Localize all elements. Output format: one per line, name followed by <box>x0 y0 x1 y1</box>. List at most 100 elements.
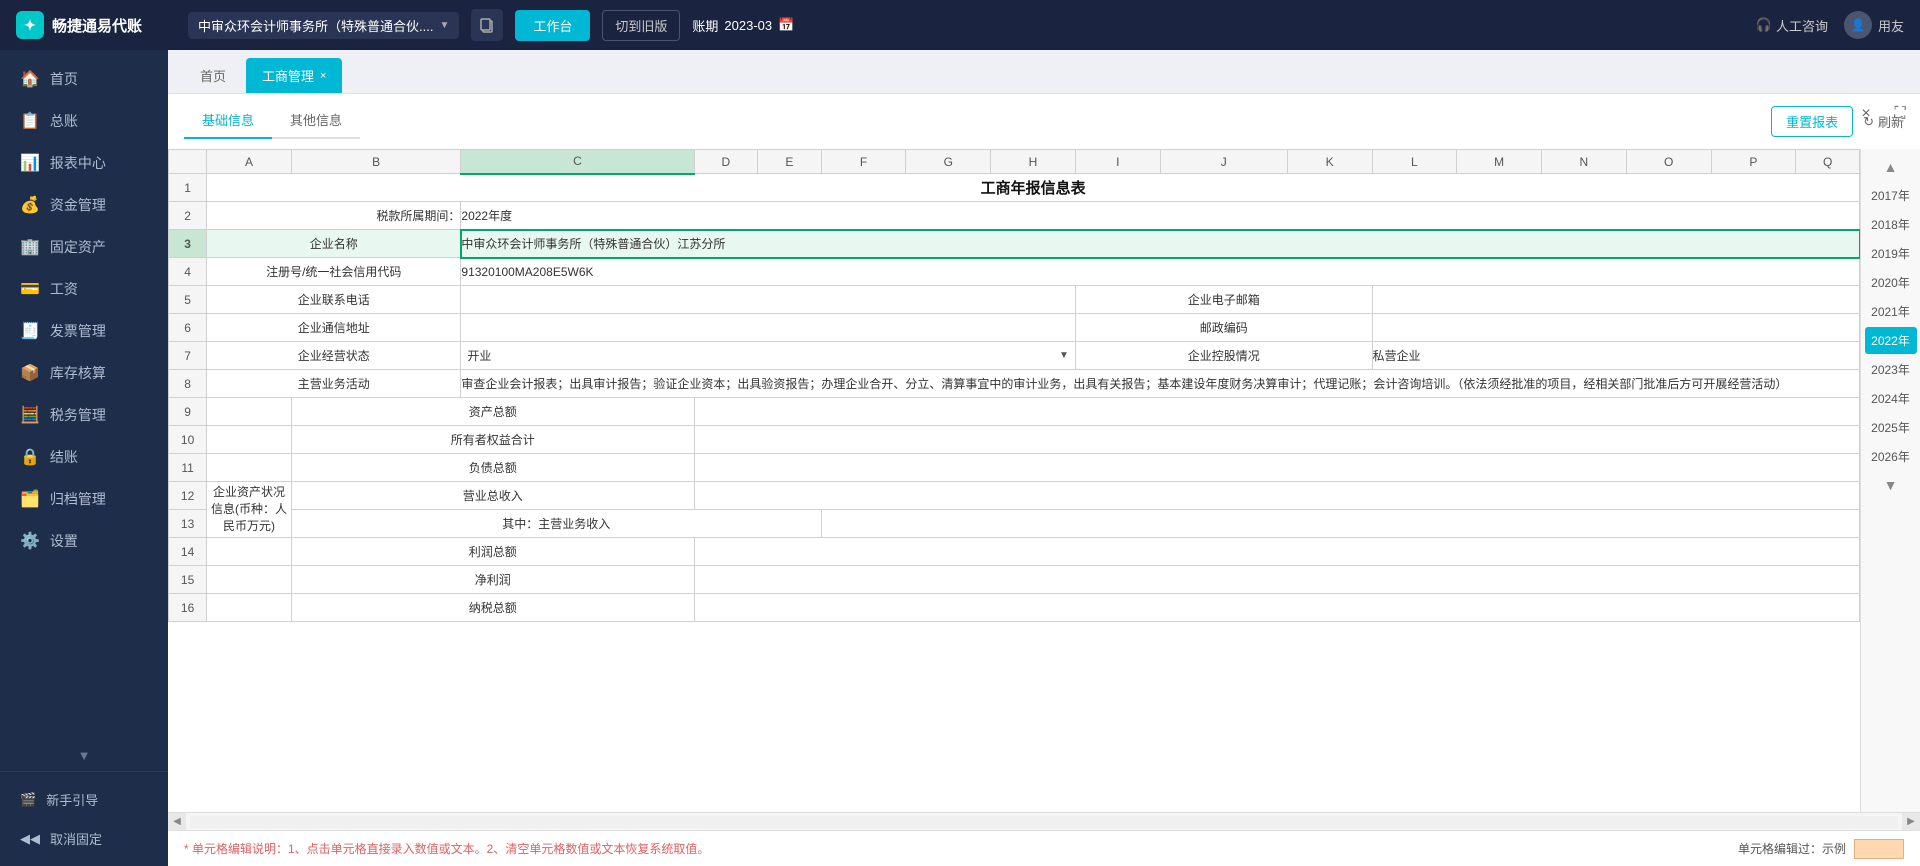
scroll-right-button[interactable]: ▶ <box>1902 813 1920 831</box>
year-nav-up-button[interactable]: ▲ <box>1871 153 1911 181</box>
cancel-pin-item[interactable]: ◀◀ 取消固定 <box>0 819 168 858</box>
table-row: 7 企业经营状态 开业 ▼ 企业控股情况 私营企业 <box>169 342 1860 370</box>
tab-industry[interactable]: 工商管理 × <box>246 58 342 93</box>
sidebar-bottom: 🎬 新手引导 ◀◀ 取消固定 <box>0 771 168 866</box>
email-label-cell: 企业电子邮箱 <box>1075 286 1372 314</box>
sidebar-item-archive[interactable]: 🗂️ 归档管理 <box>0 478 168 520</box>
user-area[interactable]: 👤 用友 <box>1844 11 1904 39</box>
period-label-cell: 税款所属期间： <box>207 202 461 230</box>
total-assets-value-cell[interactable] <box>694 398 1860 426</box>
col-header-B[interactable]: B <box>291 150 461 174</box>
biz-status-value-cell[interactable]: 开业 ▼ <box>461 342 1075 370</box>
net-profit-value-cell[interactable] <box>694 566 1860 594</box>
calendar-icon[interactable]: 📅 <box>778 17 794 33</box>
sidebar-scroll-down-btn[interactable]: ▼ <box>0 740 168 771</box>
email-value-cell[interactable] <box>1372 286 1859 314</box>
company-name-value-cell[interactable]: 中审众环会计师事务所（特殊普通合伙）江苏分所 <box>461 230 1860 258</box>
consult-button[interactable]: 🎧 人工咨询 <box>1756 16 1828 35</box>
reg-code-value-cell[interactable]: 91320100MA208E5W6K <box>461 258 1860 286</box>
sub-tab-basic[interactable]: 基础信息 <box>184 104 272 139</box>
total-revenue-value-cell[interactable] <box>694 482 1860 510</box>
col-header-M[interactable]: M <box>1457 150 1542 174</box>
old-version-button[interactable]: 切到旧版 <box>602 10 680 41</box>
col-header-P[interactable]: P <box>1711 150 1796 174</box>
year-item-2018[interactable]: 2018年 <box>1865 211 1917 238</box>
row-num-2: 2 <box>169 202 207 230</box>
phone-value-cell[interactable] <box>461 286 1075 314</box>
col-header-J[interactable]: J <box>1160 150 1287 174</box>
tab-close-icon[interactable]: × <box>320 70 326 82</box>
row-num-1: 1 <box>169 174 207 202</box>
sidebar-item-ledger[interactable]: 📋 总账 <box>0 100 168 142</box>
sidebar-label-fund: 资金管理 <box>50 195 106 215</box>
copy-icon-btn[interactable] <box>471 9 503 41</box>
headset-icon: 🎧 <box>1756 17 1772 33</box>
address-value-cell[interactable] <box>461 314 1075 342</box>
sidebar-item-wage[interactable]: 💳 工资 <box>0 268 168 310</box>
sidebar-item-settings[interactable]: ⚙️ 设置 <box>0 520 168 562</box>
sidebar-item-stock[interactable]: 📦 库存核算 <box>0 352 168 394</box>
sidebar-item-home[interactable]: 🏠 首页 <box>0 58 168 100</box>
sidebar-item-report[interactable]: 📊 报表中心 <box>0 142 168 184</box>
reset-report-button[interactable]: 重置报表 <box>1771 106 1853 137</box>
year-item-2026[interactable]: 2026年 <box>1865 443 1917 470</box>
col-header-A[interactable]: A <box>207 150 292 174</box>
col-header-I[interactable]: I <box>1075 150 1160 174</box>
year-item-2023[interactable]: 2023年 <box>1865 356 1917 383</box>
sidebar-item-asset[interactable]: 🏢 固定资产 <box>0 226 168 268</box>
col-header-H[interactable]: H <box>991 150 1076 174</box>
equity-value-cell[interactable]: 私营企业 <box>1372 342 1859 370</box>
sub-tab-other[interactable]: 其他信息 <box>272 104 360 139</box>
col-header-F[interactable]: F <box>821 150 906 174</box>
sidebar-label-stock: 库存核算 <box>50 363 106 383</box>
equity-total-value-cell[interactable] <box>694 426 1860 454</box>
total-profit-value-cell[interactable] <box>694 538 1860 566</box>
spreadsheet-table: A B C D E F G H I J K L <box>168 149 1860 622</box>
workbench-button[interactable]: 工作台 <box>515 10 590 41</box>
year-item-2021[interactable]: 2021年 <box>1865 298 1917 325</box>
expand-window-button[interactable]: ⛶ <box>1886 100 1914 128</box>
total-debt-value-cell[interactable] <box>694 454 1860 482</box>
sidebar-item-invoice[interactable]: 🧾 发票管理 <box>0 310 168 352</box>
col-header-D[interactable]: D <box>694 150 758 174</box>
year-item-2025[interactable]: 2025年 <box>1865 414 1917 441</box>
period-value-cell[interactable]: 2022年度 <box>461 202 1860 230</box>
horizontal-scrollbar[interactable]: ◀ ▶ <box>168 812 1920 830</box>
sidebar-label-invoice: 发票管理 <box>50 321 106 341</box>
table-row: 6 企业通信地址 邮政编码 <box>169 314 1860 342</box>
scroll-track[interactable] <box>190 816 1898 828</box>
tab-home[interactable]: 首页 <box>184 58 242 93</box>
sidebar-item-close[interactable]: 🔒 结账 <box>0 436 168 478</box>
zipcode-value-cell[interactable] <box>1372 314 1859 342</box>
col-header-E[interactable]: E <box>758 150 822 174</box>
close-window-button[interactable]: × <box>1852 100 1880 128</box>
logo-icon: ✦ <box>16 11 44 39</box>
col-header-L[interactable]: L <box>1372 150 1457 174</box>
row-num-3: 3 <box>169 230 207 258</box>
col-header-N[interactable]: N <box>1542 150 1627 174</box>
sidebar-item-tax[interactable]: 🧮 税务管理 <box>0 394 168 436</box>
year-item-2017[interactable]: 2017年 <box>1865 182 1917 209</box>
close-book-icon: 🔒 <box>20 447 40 467</box>
biz-status-dropdown-icon: ▼ <box>1059 350 1069 361</box>
main-biz-value-cell[interactable]: 审查企业会计报表；出具审计报告；验证企业资本；出具验资报告；办理企业合开、分立、… <box>461 370 1860 398</box>
col-header-Q[interactable]: Q <box>1796 150 1860 174</box>
company-dropdown-arrow: ▼ <box>439 20 449 31</box>
scroll-left-button[interactable]: ◀ <box>168 813 186 831</box>
total-tax-value-cell[interactable] <box>694 594 1860 622</box>
year-nav-down-button[interactable]: ▼ <box>1871 471 1911 499</box>
sidebar-item-fund[interactable]: 💰 资金管理 <box>0 184 168 226</box>
col-header-G[interactable]: G <box>906 150 991 174</box>
year-item-2024[interactable]: 2024年 <box>1865 385 1917 412</box>
year-item-2019[interactable]: 2019年 <box>1865 240 1917 267</box>
spreadsheet-wrapper[interactable]: A B C D E F G H I J K L <box>168 149 1860 812</box>
col-header-C[interactable]: C <box>461 150 694 174</box>
title-cell[interactable]: 工商年报信息表 <box>207 174 1860 202</box>
col-header-K[interactable]: K <box>1287 150 1372 174</box>
year-item-2022[interactable]: 2022年 <box>1865 327 1917 354</box>
main-revenue-value-cell[interactable] <box>821 510 1859 538</box>
year-item-2020[interactable]: 2020年 <box>1865 269 1917 296</box>
col-header-O[interactable]: O <box>1626 150 1711 174</box>
company-selector[interactable]: 中审众环会计师事务所（特殊普通合伙.... ▼ <box>188 12 459 39</box>
new-guide-item[interactable]: 🎬 新手引导 <box>0 780 168 819</box>
